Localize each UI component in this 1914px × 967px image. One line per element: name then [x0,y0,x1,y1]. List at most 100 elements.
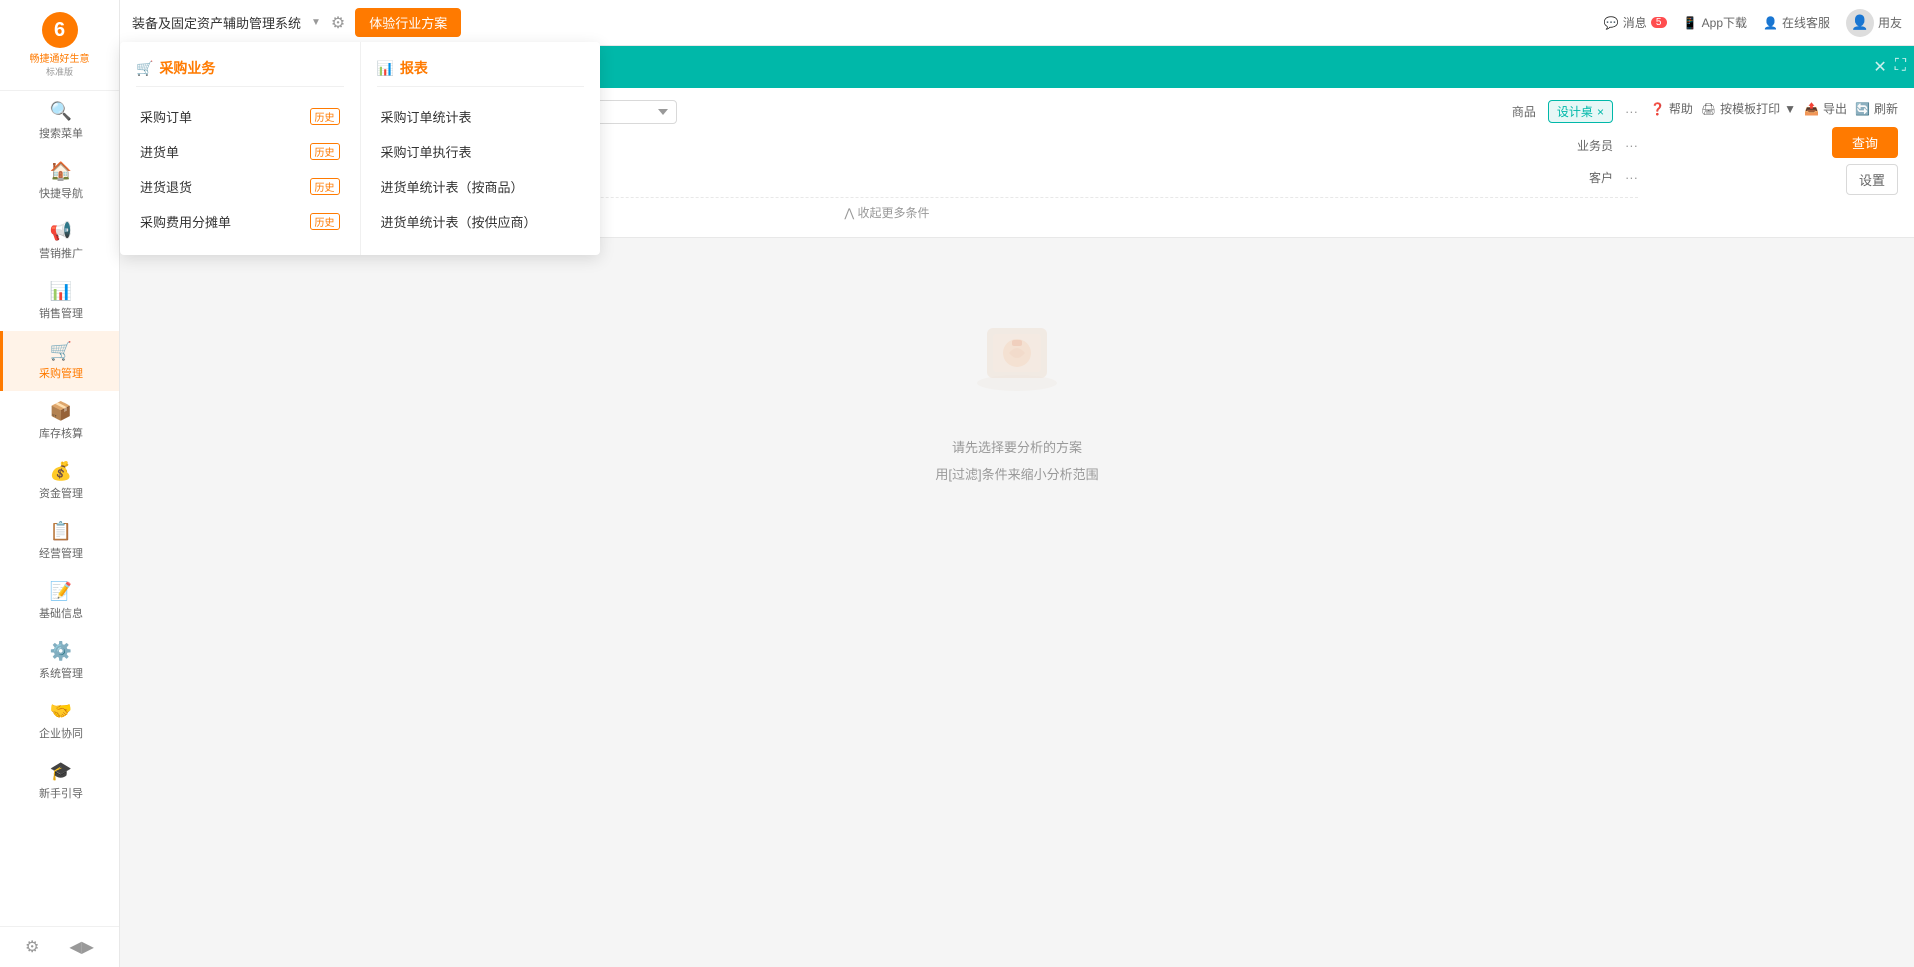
goods-return-item[interactable]: 进货退货 历史 [136,169,344,204]
sidebar-item-basic-info[interactable]: 📝 基础信息 [0,571,119,631]
goods-stat-by-supplier-item[interactable]: 进货单统计表（按供应商） [377,204,585,239]
purchase-section-label: 采购业务 [159,58,215,78]
empty-illustration [957,298,1077,417]
sales-nav-icon: 📊 [50,281,72,302]
export-btn[interactable]: 📤 导出 [1804,100,1847,117]
empty-hint-2: 用[过滤]条件来缩小分析范围 [935,464,1098,483]
system-nav-icon: ⚙️ [50,641,72,662]
customer-more-btn[interactable]: ··· [1625,170,1638,185]
query-button[interactable]: 查询 [1832,127,1898,158]
sidebar-item-system[interactable]: ⚙️ 系统管理 [0,631,119,691]
purchase-order-stat-label: 采购订单统计表 [381,107,581,126]
finance-nav-icon: 💰 [50,461,72,482]
refresh-label: 刷新 [1874,100,1898,117]
empty-state: 请先选择要分析的方案 用[过滤]条件来缩小分析范围 [120,238,1914,547]
sidebar-item-operation[interactable]: 📋 经营管理 [0,511,119,571]
report-section: 📊 报表 采购订单统计表 采购订单执行表 进货单统计表（按商品） 进货单统计表（… [360,42,601,255]
export-icon: 📤 [1804,102,1819,116]
sidebar-item-purchase[interactable]: 🛒 采购管理 [0,331,119,391]
sidebar-item-finance[interactable]: 💰 资金管理 [0,451,119,511]
goods-return-hist: 历史 [310,178,340,195]
sidebar-nav: 🔍 搜索菜单 🏠 快捷导航 📢 营销推广 📊 销售管理 🛒 采购管理 📦 [0,91,119,926]
print-btn[interactable]: 🖨 按模板打印 ▼ [1701,100,1796,117]
guide-nav-icon: 🎓 [50,761,72,782]
sidebar-item-quick-nav[interactable]: 🏠 快捷导航 [0,151,119,211]
purchase-order-exec-item[interactable]: 采购订单执行表 [377,134,585,169]
refresh-icon: 🔄 [1855,102,1870,116]
search-nav-icon: 🔍 [50,101,72,122]
sidebar-item-label: 搜索菜单 [39,125,83,141]
purchase-order-stat-item[interactable]: 采购订单统计表 [377,99,585,134]
sidebar-item-label: 营销推广 [39,245,83,261]
logo: 6 畅捷通好生意 标准版 [0,0,119,91]
report-section-label: 报表 [400,58,428,78]
print-label: 按模板打印 [1720,100,1780,117]
sidebar: 6 畅捷通好生意 标准版 🔍 搜索菜单 🏠 快捷导航 📢 营销推广 📊 销售管理 [0,0,120,967]
sidebar-item-label: 资金管理 [39,485,83,501]
system-title: 装备及固定资产辅助管理系统 [132,13,301,32]
refresh-btn[interactable]: 🔄 刷新 [1855,100,1898,117]
purchase-order-hist: 历史 [310,108,340,125]
service-icon: 👤 [1763,16,1778,30]
enterprise-nav-icon: 🤝 [50,701,72,722]
purchase-expense-label: 采购费用分摊单 [140,212,302,231]
sidebar-item-label: 库存核算 [39,425,83,441]
goods-stat-by-supplier-label: 进货单统计表（按供应商） [381,212,581,231]
salesman-more-btn[interactable]: ··· [1625,138,1638,153]
purchase-order-item[interactable]: 采购订单 历史 [136,99,344,134]
logo-title: 畅捷通好生意 [30,50,90,65]
goods-more-btn[interactable]: ··· [1625,104,1638,119]
home-nav-icon: 🏠 [50,161,72,182]
sidebar-item-label: 快捷导航 [39,185,83,201]
industry-btn[interactable]: 体验行业方案 [355,8,461,37]
service-action[interactable]: 👤 在线客服 [1763,14,1830,31]
logo-icon: 6 [42,12,78,48]
app-label: App下载 [1702,14,1747,31]
message-label: 消息 [1623,14,1647,31]
goods-tag-close[interactable]: × [1597,105,1604,119]
print-arrow: ▼ [1784,102,1796,116]
tab-fullscreen-btn[interactable]: ⛶ [1895,57,1906,77]
settings-footer-btn[interactable]: ⚙ [25,937,39,957]
purchase-nav-icon: 🛒 [50,341,72,362]
sidebar-item-guide[interactable]: 🎓 新手引导 [0,751,119,811]
goods-receipt-label: 进货单 [140,142,302,161]
goods-stat-by-product-label: 进货单统计表（按商品） [381,177,581,196]
header-actions: 💬 消息 5 📱 App下载 👤 在线客服 👤 用友 [1604,9,1902,37]
customer-label: 客户 [1589,169,1613,186]
sidebar-item-sales[interactable]: 📊 销售管理 [0,271,119,331]
goods-stat-by-product-item[interactable]: 进货单统计表（按商品） [377,169,585,204]
sidebar-item-label: 采购管理 [39,365,83,381]
purchase-expense-item[interactable]: 采购费用分摊单 历史 [136,204,344,239]
inventory-nav-icon: 📦 [50,401,72,422]
collapse-text: ⋀ 收起更多条件 [844,206,929,220]
message-icon: 💬 [1604,16,1619,30]
help-btn[interactable]: ❓ 帮助 [1650,100,1693,117]
purchase-order-label: 采购订单 [140,107,302,126]
collapse-footer-btn[interactable]: ◀▶ [69,937,94,957]
sidebar-item-search[interactable]: 🔍 搜索菜单 [0,91,119,151]
message-action[interactable]: 💬 消息 5 [1604,14,1667,31]
sidebar-item-label: 新手引导 [39,785,83,801]
sidebar-item-label: 经营管理 [39,545,83,561]
sidebar-footer: ⚙ ◀▶ [0,926,119,967]
sidebar-item-marketing[interactable]: 📢 营销推广 [0,211,119,271]
purchase-section-icon: 🛒 [136,60,153,77]
settings-gear-icon[interactable]: ⚙ [331,13,345,33]
sidebar-item-label: 销售管理 [39,305,83,321]
help-label: 帮助 [1669,100,1693,117]
goods-tag-label: 设计桌 [1557,103,1593,120]
report-section-title: 📊 报表 [377,58,585,87]
goods-receipt-item[interactable]: 进货单 历史 [136,134,344,169]
purchase-section: 🛒 采购业务 采购订单 历史 进货单 历史 进货退货 历史 采购费用分摊单 [120,42,360,255]
print-icon: 🖨 [1701,102,1716,116]
app-download-action[interactable]: 📱 App下载 [1683,14,1747,31]
user-action[interactable]: 👤 用友 [1846,9,1902,37]
sidebar-item-enterprise[interactable]: 🤝 企业协同 [0,691,119,751]
setting-button[interactable]: 设置 [1846,164,1898,195]
system-title-dropdown[interactable]: ▼ [311,17,321,28]
top-header: 装备及固定资产辅助管理系统 ▼ ⚙ 体验行业方案 💬 消息 5 📱 App下载 … [120,0,1914,46]
tab-close-all-btn[interactable]: ✕ [1873,57,1886,77]
purchase-section-title: 🛒 采购业务 [136,58,344,87]
sidebar-item-inventory[interactable]: 📦 库存核算 [0,391,119,451]
